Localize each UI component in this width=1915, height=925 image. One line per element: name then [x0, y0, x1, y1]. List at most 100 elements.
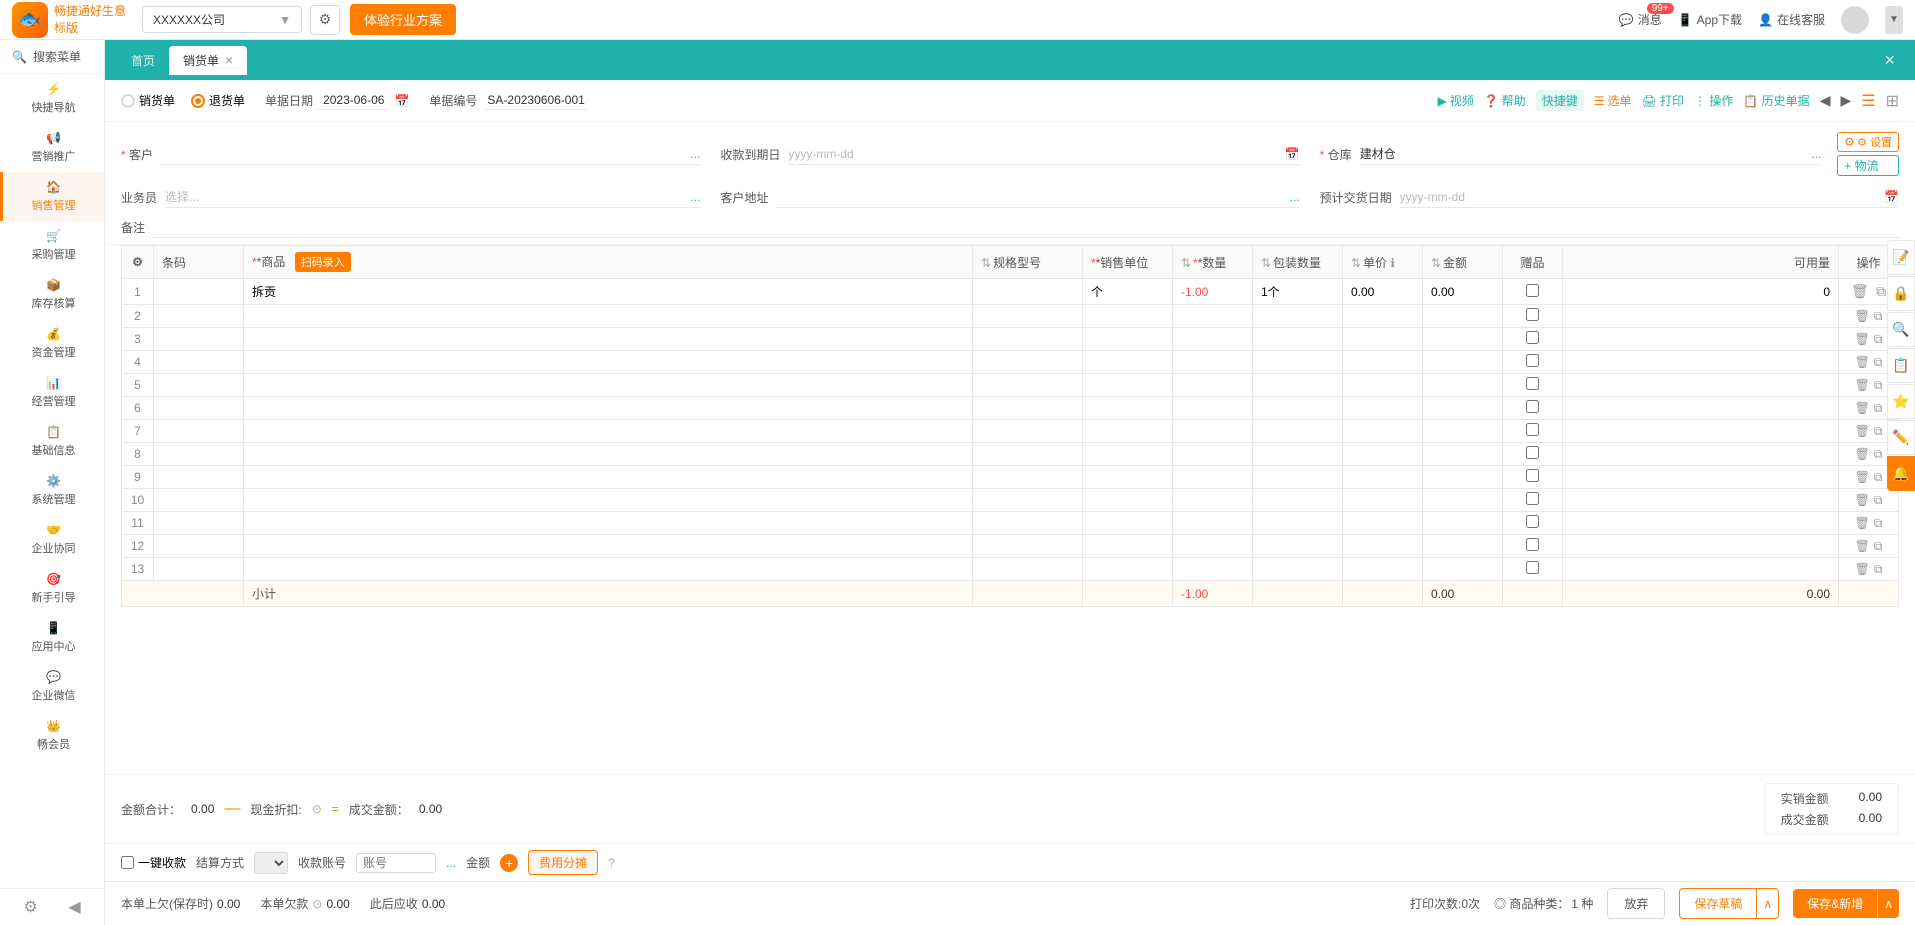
sidebar-item-member[interactable]: 👑 畅会员: [0, 711, 104, 760]
customer-address-input[interactable]: ...: [776, 186, 1299, 208]
sidebar-item-marketing[interactable]: 📢 营销推广: [0, 123, 104, 172]
product-type-info[interactable]: ◎ 商品种类： 1 种: [1494, 895, 1593, 912]
warehouse-input[interactable]: 建材仓 ...: [1360, 143, 1822, 165]
one-click-payment-checkbox[interactable]: 一键收款: [121, 854, 186, 871]
gift-checkbox[interactable]: [1526, 538, 1539, 551]
customer-dots[interactable]: ...: [690, 147, 700, 161]
messages-btn[interactable]: 💬 消息 99+: [1619, 11, 1662, 28]
abandon-btn[interactable]: 放弃: [1607, 888, 1665, 919]
gift-checkbox[interactable]: [1526, 331, 1539, 344]
float-btn-search[interactable]: 🔍: [1887, 312, 1915, 347]
gift-checkbox[interactable]: [1526, 354, 1539, 367]
action-shortcut[interactable]: 快捷键: [1536, 90, 1584, 111]
online-service-btn[interactable]: 👤 在线客服: [1758, 11, 1825, 28]
sidebar-item-inventory[interactable]: 📦 库存核算: [0, 270, 104, 319]
customer-input[interactable]: ...: [161, 143, 700, 165]
help-circle-icon[interactable]: ⊙: [312, 802, 322, 816]
settings-action-btn[interactable]: ⚙ ⚙ 设置: [1837, 132, 1899, 152]
sidebar-item-quick-nav[interactable]: ⚡ 快捷导航: [0, 74, 104, 123]
cell-gift[interactable]: [1502, 279, 1562, 305]
warehouse-dots[interactable]: ...: [1811, 147, 1821, 161]
date-value[interactable]: 2023-06-06: [319, 91, 388, 110]
sidebar-item-purchase[interactable]: 🛒 采购管理: [0, 221, 104, 270]
sidebar-item-wechat[interactable]: 💬 企业微信: [0, 662, 104, 711]
gift-checkbox[interactable]: [1526, 284, 1539, 297]
gift-checkbox[interactable]: [1526, 515, 1539, 528]
delete-icon[interactable]: 🗑: [1855, 332, 1870, 346]
copy-icon[interactable]: ⧉: [1874, 470, 1883, 484]
col-gear-header[interactable]: ⚙: [122, 246, 154, 279]
salesperson-input[interactable]: 选择... ...: [165, 186, 700, 208]
tab-sales-order[interactable]: 销货单 ×: [169, 46, 247, 75]
gift-checkbox[interactable]: [1526, 469, 1539, 482]
radio-return-order[interactable]: 退货单: [191, 92, 245, 109]
notes-input[interactable]: [153, 216, 1899, 238]
save-draft-btn[interactable]: 保存草稿: [1679, 888, 1756, 919]
delete-icon[interactable]: 🗑: [1855, 378, 1870, 392]
delete-icon[interactable]: 🗑: [1855, 470, 1870, 484]
sidebar-item-system[interactable]: ⚙️ 系统管理: [0, 466, 104, 515]
tab-home[interactable]: 首页: [117, 46, 169, 75]
help-icon2[interactable]: ⊙: [312, 897, 322, 911]
copy-icon[interactable]: ⧉: [1874, 378, 1883, 392]
float-btn-edit[interactable]: 📝: [1887, 240, 1915, 275]
float-btn-pen[interactable]: ✏️: [1887, 420, 1915, 455]
gift-checkbox[interactable]: [1526, 492, 1539, 505]
cell-barcode[interactable]: [154, 279, 244, 305]
expense-help-icon[interactable]: ?: [608, 856, 615, 870]
action-select[interactable]: ☰ 选单: [1594, 92, 1632, 109]
salesperson-dots[interactable]: ...: [690, 190, 700, 204]
delete-icon[interactable]: 🗑: [1855, 401, 1870, 415]
copy-icon[interactable]: ⧉: [1876, 283, 1886, 299]
close-window-btn[interactable]: ×: [1876, 50, 1903, 71]
tab-close-icon[interactable]: ×: [225, 52, 233, 68]
dots-btn[interactable]: ...: [446, 856, 456, 870]
action-print[interactable]: 🖨 打印: [1641, 92, 1684, 109]
copy-icon[interactable]: ⧉: [1874, 562, 1883, 576]
price-info-icon[interactable]: ℹ: [1390, 256, 1395, 270]
scan-btn[interactable]: 扫码录入: [295, 252, 351, 272]
gift-checkbox[interactable]: [1526, 308, 1539, 321]
action-history[interactable]: 📋 历史单据: [1743, 92, 1809, 109]
sidebar-item-finance[interactable]: 💰 资金管理: [0, 319, 104, 368]
app-download-btn[interactable]: 📱 App下载: [1678, 11, 1742, 28]
settings-gear-btn[interactable]: ⚙: [310, 5, 340, 35]
cell-qty[interactable]: -1.00: [1172, 279, 1252, 305]
trial-btn[interactable]: 体验行业方案: [350, 4, 456, 35]
copy-icon[interactable]: ⧉: [1874, 332, 1883, 346]
expense-split-btn[interactable]: 费用分摊: [528, 850, 598, 875]
copy-icon[interactable]: ⧉: [1874, 516, 1883, 530]
copy-icon[interactable]: ⧉: [1874, 539, 1883, 553]
gift-checkbox[interactable]: [1526, 561, 1539, 574]
float-btn-notes[interactable]: 📋: [1887, 348, 1915, 383]
avatar[interactable]: [1841, 6, 1869, 34]
view-list-icon[interactable]: ☰: [1861, 91, 1875, 111]
copy-icon[interactable]: ⧉: [1874, 355, 1883, 369]
float-btn-star[interactable]: ⭐: [1887, 384, 1915, 419]
action-ops[interactable]: ⋮ 操作: [1694, 92, 1733, 109]
calendar-icon[interactable]: 📅: [394, 94, 409, 108]
sidebar-item-sales[interactable]: 🏠 销售管理: [0, 172, 104, 221]
cell-product[interactable]: 拆贡: [244, 279, 973, 305]
sidebar-item-app-center[interactable]: 📱 应用中心: [0, 613, 104, 662]
gift-checkbox[interactable]: [1526, 423, 1539, 436]
address-dots[interactable]: ...: [1290, 190, 1300, 204]
radio-sales-order[interactable]: 销货单: [121, 92, 175, 109]
payment-method-select[interactable]: [254, 852, 288, 874]
save-new-btn[interactable]: 保存&新增: [1793, 889, 1878, 918]
delete-icon[interactable]: 🗑: [1855, 539, 1870, 553]
gift-checkbox[interactable]: [1526, 400, 1539, 413]
copy-icon[interactable]: ⧉: [1874, 309, 1883, 323]
cell-pkgqty[interactable]: 1个: [1252, 279, 1342, 305]
float-btn-orange[interactable]: 🔔: [1887, 456, 1915, 491]
delete-icon[interactable]: 🗑: [1855, 424, 1870, 438]
delete-icon[interactable]: 🗑: [1855, 562, 1870, 576]
order-no-value[interactable]: SA-20230606-001: [483, 91, 588, 110]
cell-spec[interactable]: [972, 279, 1082, 305]
cell-unit[interactable]: 个: [1082, 279, 1172, 305]
delete-icon[interactable]: 🗑: [1855, 493, 1870, 507]
save-draft-expand-btn[interactable]: ∧: [1756, 888, 1779, 919]
gift-checkbox[interactable]: [1526, 377, 1539, 390]
delete-icon[interactable]: 🗑: [1855, 355, 1870, 369]
add-payment-btn[interactable]: +: [500, 854, 518, 872]
